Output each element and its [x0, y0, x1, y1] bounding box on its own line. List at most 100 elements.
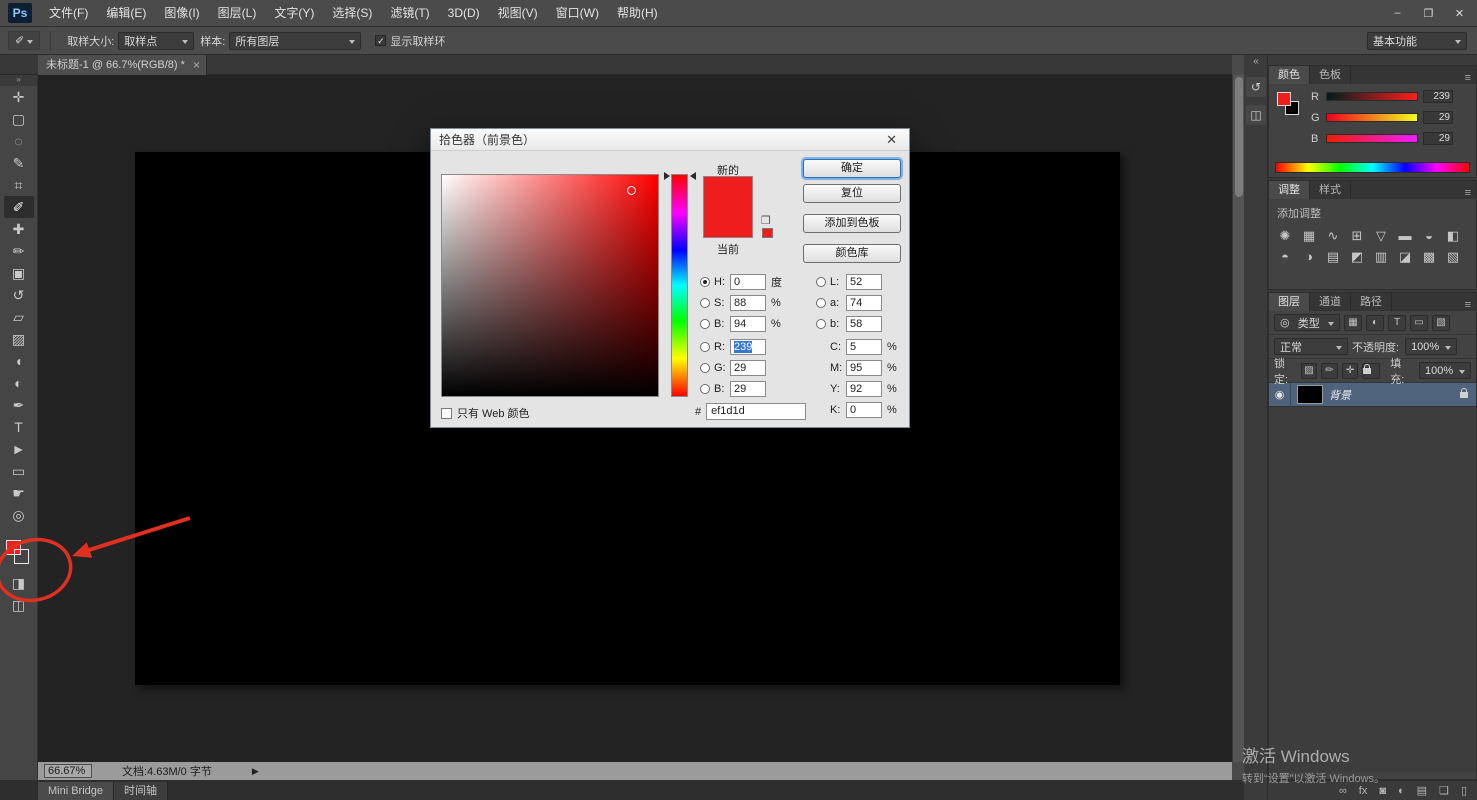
tab-paths[interactable]: 路径 [1351, 293, 1392, 311]
history-panel-icon[interactable]: ↺ [1246, 77, 1266, 97]
crop-tool-icon[interactable]: ⌗ [4, 174, 34, 196]
filter-adjustment-layers-icon[interactable]: ◐ [1366, 314, 1384, 331]
menu-item-window[interactable]: 窗口(W) [547, 0, 608, 27]
menu-item-file[interactable]: 文件(F) [40, 0, 97, 27]
blur-tool-icon[interactable]: ◖ [4, 350, 34, 372]
red-slider[interactable] [1326, 92, 1418, 101]
expand-panels-icon[interactable]: « [1244, 55, 1268, 69]
menu-item-help[interactable]: 帮助(H) [608, 0, 667, 27]
adjustment-color-lookup-icon[interactable]: ▤ [1321, 246, 1345, 267]
tab-swatches[interactable]: 色板 [1310, 66, 1351, 84]
green-field[interactable]: 29 [730, 359, 766, 376]
lab-l-radio[interactable] [816, 276, 826, 287]
adjustment-photo-filter-icon[interactable]: ◓ [1273, 246, 1297, 267]
red-value-field[interactable]: 239 [1423, 90, 1453, 103]
ok-button[interactable]: 确定 [803, 159, 901, 178]
toolbar-collapse-icon[interactable]: » [0, 75, 37, 86]
dodge-tool-icon[interactable]: ◐ [4, 372, 34, 394]
tool-preset-picker[interactable]: ✐ [8, 31, 41, 50]
hue-slider-arrow-left[interactable] [664, 172, 670, 180]
red-radio[interactable] [700, 341, 710, 352]
green-slider[interactable] [1326, 113, 1418, 122]
menu-item-select[interactable]: 选择(S) [323, 0, 381, 27]
quick-mask-icon[interactable]: ◨ [4, 572, 34, 594]
lock-transparency-icon[interactable]: ▨ [1300, 362, 1318, 379]
tab-mini-bridge[interactable]: Mini Bridge [38, 782, 115, 800]
background-color-swatch[interactable] [13, 549, 29, 564]
lab-a-radio[interactable] [816, 297, 826, 308]
saturation-field[interactable]: 88 [730, 294, 766, 311]
tab-color[interactable]: 颜色 [1269, 66, 1310, 84]
lab-b-radio[interactable] [816, 318, 826, 329]
adjustment-hue-saturation-icon[interactable]: ▬ [1393, 225, 1417, 246]
menu-item-type[interactable]: 文字(Y) [265, 0, 323, 27]
panel-menu-icon[interactable]: ≡ [1465, 299, 1476, 311]
fill-field[interactable]: 100% [1419, 362, 1472, 379]
add-to-swatches-button[interactable]: 添加到色板 [803, 214, 901, 233]
history-brush-tool-icon[interactable]: ↺ [4, 284, 34, 306]
adjustment-selective-color-icon[interactable]: ▧ [1441, 246, 1465, 267]
panel-menu-icon[interactable]: ≡ [1465, 187, 1476, 199]
tab-layers[interactable]: 图层 [1269, 293, 1310, 311]
dialog-title-bar[interactable]: 拾色器（前景色） ✕ [431, 129, 909, 151]
gradient-tool-icon[interactable]: ▨ [4, 328, 34, 350]
web-safe-color-swatch[interactable] [762, 228, 773, 238]
rectangle-tool-icon[interactable]: ▭ [4, 460, 34, 482]
hue-field[interactable]: 0 [730, 273, 766, 290]
opacity-field[interactable]: 100% [1405, 338, 1458, 355]
brightness-radio[interactable] [700, 318, 710, 329]
reset-button[interactable]: 复位 [803, 184, 901, 203]
adjustment-vibrance-icon[interactable]: ▽ [1369, 225, 1393, 246]
layer-thumbnail[interactable] [1297, 385, 1323, 404]
tab-adjustments[interactable]: 调整 [1269, 181, 1310, 199]
screen-mode-icon[interactable]: ◫ [4, 594, 34, 616]
lock-position-icon[interactable]: ✛ [1341, 362, 1359, 379]
blue-field[interactable]: 29 [730, 380, 766, 397]
lasso-tool-icon[interactable]: ◌ [4, 130, 34, 152]
magenta-field[interactable]: 95 [846, 359, 882, 376]
close-icon[interactable]: ✕ [1446, 4, 1473, 23]
saturation-radio[interactable] [700, 297, 710, 308]
saturation-brightness-field[interactable] [441, 174, 659, 397]
layer-mask-icon[interactable]: ◙ [1379, 785, 1386, 797]
marquee-tool-icon[interactable]: ▢ [4, 108, 34, 130]
lock-pixels-icon[interactable]: ✏ [1321, 362, 1338, 379]
blue-radio[interactable] [700, 383, 710, 394]
eraser-tool-icon[interactable]: ▱ [4, 306, 34, 328]
menu-item-layer[interactable]: 图层(L) [209, 0, 266, 27]
quick-selection-tool-icon[interactable]: ✎ [4, 152, 34, 174]
type-tool-icon[interactable]: T [4, 416, 34, 438]
sample-layers-select[interactable]: 所有图层 [229, 31, 362, 50]
cyan-field[interactable]: 5 [846, 338, 882, 355]
filter-pixel-layers-icon[interactable]: ▦ [1344, 314, 1362, 331]
color-libraries-button[interactable]: 颜色库 [803, 244, 901, 263]
layer-name[interactable]: 背景 [1329, 387, 1460, 403]
menu-item-3d[interactable]: 3D(D) [439, 0, 489, 27]
menu-item-filter[interactable]: 滤镜(T) [381, 0, 438, 27]
hue-radio[interactable] [700, 276, 710, 287]
properties-panel-icon[interactable]: ◫ [1246, 105, 1266, 125]
path-selection-tool-icon[interactable]: ► [4, 438, 34, 460]
filter-shape-layers-icon[interactable]: ▭ [1410, 314, 1428, 331]
scrollbar-thumb[interactable] [1235, 77, 1243, 197]
dialog-close-icon[interactable]: ✕ [882, 132, 901, 148]
menu-item-image[interactable]: 图像(I) [155, 0, 208, 27]
eyedropper-tool-icon[interactable]: ✐ [3, 196, 34, 218]
pen-tool-icon[interactable]: ✒ [4, 394, 34, 416]
show-sampling-ring-checkbox[interactable]: ✓ [375, 35, 387, 46]
web-colors-only-checkbox[interactable] [441, 407, 452, 419]
adjustment-invert-icon[interactable]: ◩ [1345, 246, 1369, 267]
sample-size-select[interactable]: 取样点 [118, 31, 195, 50]
adjustment-color-balance-icon[interactable]: ◒ [1417, 225, 1441, 246]
lab-a-field[interactable]: 74 [846, 294, 882, 311]
adjustment-exposure-icon[interactable]: ⊞ [1345, 225, 1369, 246]
panel-foreground-swatch[interactable] [1277, 92, 1291, 106]
restore-icon[interactable]: ❐ [1415, 4, 1442, 23]
brush-tool-icon[interactable]: ✏ [4, 240, 34, 262]
close-tab-icon[interactable]: × [193, 55, 200, 75]
tab-channels[interactable]: 通道 [1310, 293, 1351, 311]
link-layers-icon[interactable]: ∞ [1339, 785, 1347, 797]
layer-effects-icon[interactable]: fx [1359, 785, 1368, 797]
layer-row-background[interactable]: ◉ 背景 [1269, 382, 1476, 407]
adjustment-black-white-icon[interactable]: ◧ [1441, 225, 1465, 246]
